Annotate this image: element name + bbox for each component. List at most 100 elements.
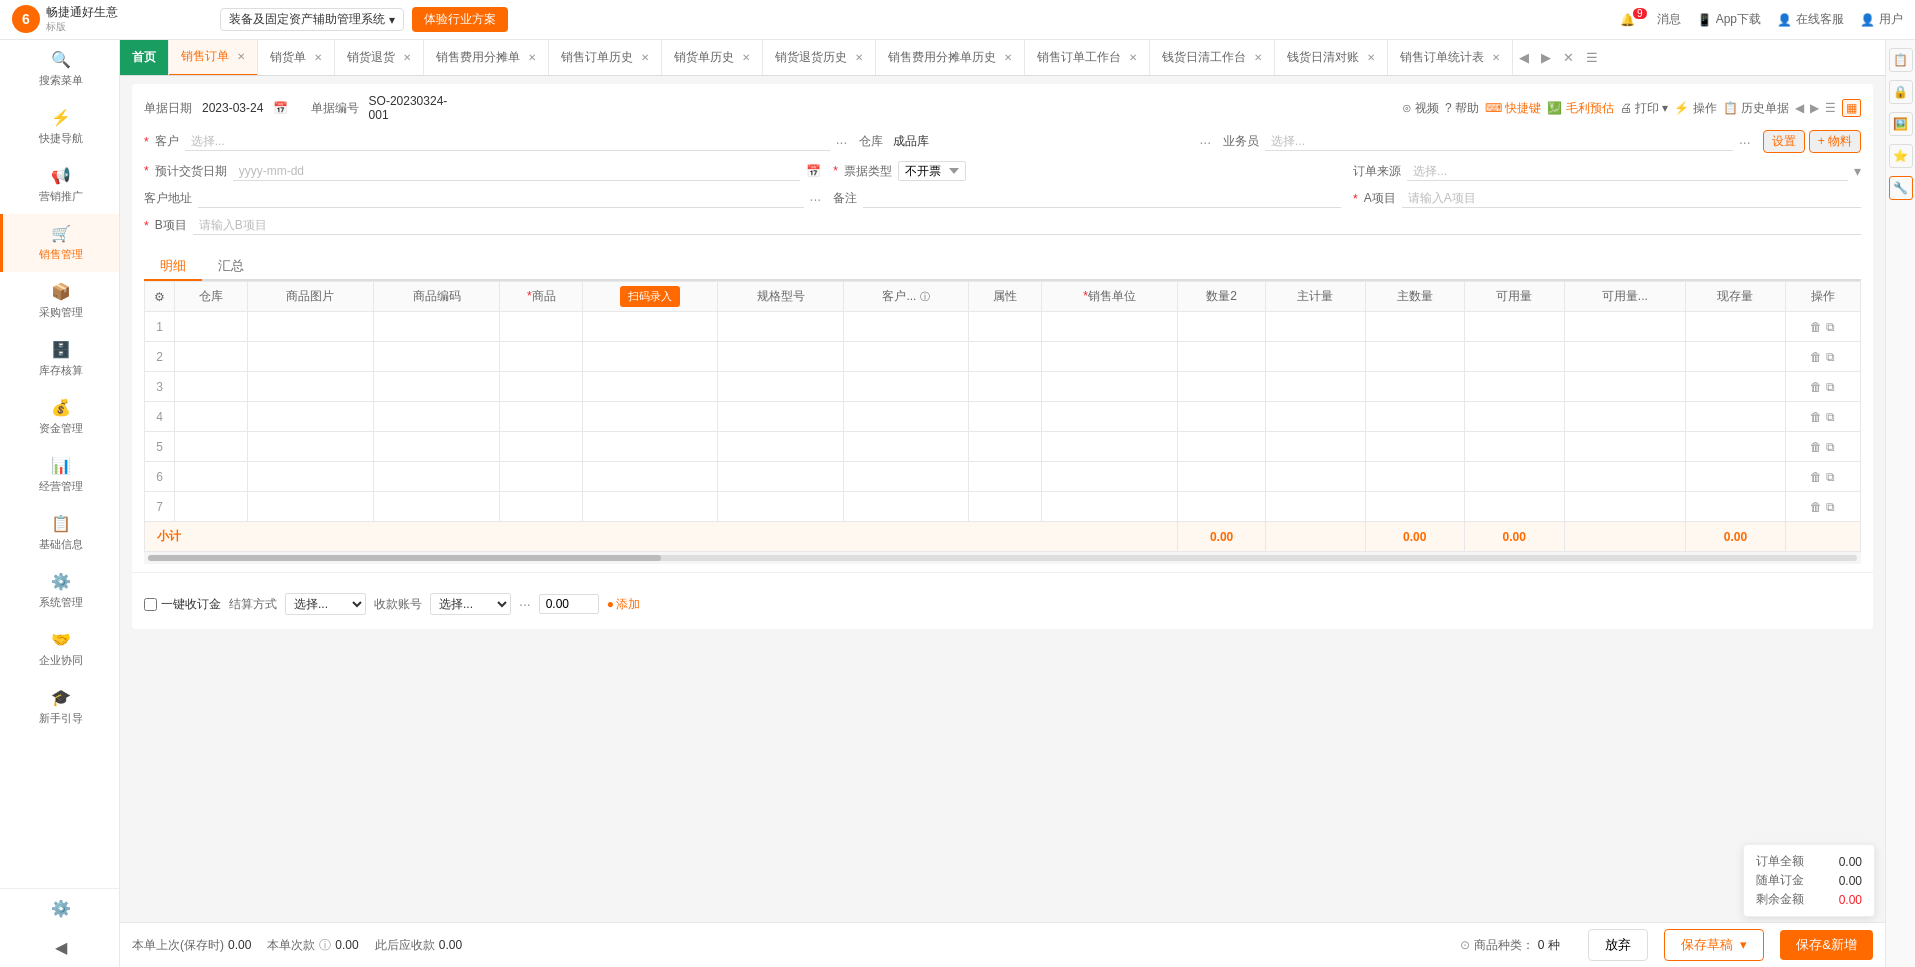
profit-btn[interactable]: 💹 毛利预估 bbox=[1547, 100, 1613, 117]
row-delete-icon[interactable]: 🗑 bbox=[1810, 410, 1822, 424]
tab-sales-invoice[interactable]: 销货单 ✕ bbox=[258, 40, 335, 76]
save-draft-btn[interactable]: 保存草稿 ▾ bbox=[1664, 929, 1765, 961]
sidebar-item-search[interactable]: 🔍 搜索菜单 bbox=[0, 40, 119, 98]
row-copy-icon[interactable]: ⧉ bbox=[1826, 350, 1835, 364]
system-selector[interactable]: 装备及固定资产辅助管理系统 ▾ bbox=[220, 8, 404, 31]
tab-sales-return[interactable]: 销货退货 ✕ bbox=[335, 40, 424, 76]
print-btn[interactable]: 🖨 打印 ▾ bbox=[1620, 100, 1669, 117]
sidebar-settings-btn[interactable]: ⚙️ bbox=[0, 889, 119, 928]
one-click-payment-checkbox[interactable]: 一键收订金 bbox=[144, 596, 221, 613]
tab-reconcile[interactable]: 钱货日清对账 ✕ bbox=[1275, 40, 1388, 76]
row-copy-icon[interactable]: ⧉ bbox=[1826, 440, 1835, 454]
tab-close-icon[interactable]: ✕ bbox=[237, 51, 245, 62]
right-icon-5[interactable]: 🔧 bbox=[1889, 176, 1913, 200]
sidebar-item-purchase[interactable]: 📦 采购管理 bbox=[0, 272, 119, 330]
operation-btn[interactable]: ⚡ 操作 bbox=[1674, 100, 1716, 117]
user-avatar[interactable]: 👤 用户 bbox=[1860, 11, 1903, 28]
remark-input[interactable] bbox=[863, 189, 1341, 208]
tab-summary[interactable]: 汇总 bbox=[202, 253, 260, 279]
nav-next-icon[interactable]: ▶ bbox=[1810, 101, 1819, 115]
address-input[interactable] bbox=[198, 189, 804, 208]
row-copy-icon[interactable]: ⧉ bbox=[1826, 470, 1835, 484]
right-icon-1[interactable]: 📋 bbox=[1889, 48, 1913, 72]
horizontal-scrollbar[interactable] bbox=[144, 552, 1861, 564]
tab-close-icon[interactable]: ✕ bbox=[1367, 52, 1375, 63]
row-copy-icon[interactable]: ⧉ bbox=[1826, 500, 1835, 514]
shortcut-btn[interactable]: ⌨ 快捷键 bbox=[1485, 100, 1541, 117]
th-scan[interactable]: 扫码录入 bbox=[583, 282, 718, 312]
save-new-btn[interactable]: 保存&新增 bbox=[1780, 930, 1873, 960]
b-project-input[interactable] bbox=[193, 216, 1861, 235]
sidebar-item-finance[interactable]: 💰 资金管理 bbox=[0, 388, 119, 446]
layout-list-icon[interactable]: ☰ bbox=[1825, 101, 1836, 115]
right-icon-2[interactable]: 🔒 bbox=[1889, 80, 1913, 104]
add-payment-btn[interactable]: ● 添加 bbox=[607, 596, 640, 613]
tab-return-history[interactable]: 销货退货历史 ✕ bbox=[763, 40, 876, 76]
tab-sales-order-history[interactable]: 销售订单历史 ✕ bbox=[549, 40, 662, 76]
order-source-input[interactable] bbox=[1407, 162, 1848, 181]
app-download-btn[interactable]: 📱 App下载 bbox=[1697, 11, 1761, 28]
industry-btn[interactable]: 体验行业方案 bbox=[412, 7, 508, 32]
tab-close-icon[interactable]: ✕ bbox=[641, 52, 649, 63]
calendar2-icon[interactable]: 📅 bbox=[806, 164, 821, 178]
layout-grid-icon[interactable]: ▦ bbox=[1842, 99, 1861, 117]
row-delete-icon[interactable]: 🗑 bbox=[1810, 500, 1822, 514]
row-copy-icon[interactable]: ⧉ bbox=[1826, 410, 1835, 424]
message-icon[interactable]: 🔔 9 消息 bbox=[1620, 11, 1681, 28]
row-delete-icon[interactable]: 🗑 bbox=[1810, 380, 1822, 394]
ticket-select[interactable]: 不开票 bbox=[898, 161, 966, 181]
tab-close-icon[interactable]: ✕ bbox=[1129, 52, 1137, 63]
customer-input[interactable] bbox=[185, 132, 830, 151]
th-settings[interactable]: ⚙ bbox=[145, 282, 175, 312]
sidebar-item-quicknav[interactable]: ⚡ 快捷导航 bbox=[0, 98, 119, 156]
sidebar-collapse-btn[interactable]: ◀ bbox=[0, 928, 119, 967]
sidebar-item-guide[interactable]: 🎓 新手引导 bbox=[0, 678, 119, 736]
right-icon-3[interactable]: 🖼️ bbox=[1889, 112, 1913, 136]
tab-close-icon[interactable]: ✕ bbox=[855, 52, 863, 63]
sidebar-item-basic-info[interactable]: 📋 基础信息 bbox=[0, 504, 119, 562]
tab-detail[interactable]: 明细 bbox=[144, 253, 202, 281]
tab-close-icon[interactable]: ✕ bbox=[1254, 52, 1262, 63]
sidebar-item-system[interactable]: ⚙️ 系统管理 bbox=[0, 562, 119, 620]
right-icon-4[interactable]: ⭐ bbox=[1889, 144, 1913, 168]
row-delete-icon[interactable]: 🗑 bbox=[1810, 350, 1822, 364]
tab-expense-history[interactable]: 销售费用分摊单历史 ✕ bbox=[876, 40, 1025, 76]
row-delete-icon[interactable]: 🗑 bbox=[1810, 470, 1822, 484]
video-btn[interactable]: ⊙ 视频 bbox=[1402, 100, 1439, 117]
sidebar-item-enterprise[interactable]: 🤝 企业协同 bbox=[0, 620, 119, 678]
settlement-select[interactable]: 选择... bbox=[285, 593, 366, 615]
tab-statistics[interactable]: 销售订单统计表 ✕ bbox=[1388, 40, 1513, 76]
tab-daily-clear[interactable]: 钱货日清工作台 ✕ bbox=[1150, 40, 1275, 76]
one-click-checkbox[interactable] bbox=[144, 598, 157, 611]
more-icon[interactable]: ··· bbox=[810, 191, 822, 207]
nav-prev-icon[interactable]: ◀ bbox=[1795, 101, 1804, 115]
more-icon[interactable]: ··· bbox=[836, 134, 848, 150]
dropdown-icon[interactable]: ▾ bbox=[1854, 163, 1861, 179]
account-more-icon[interactable]: ··· bbox=[519, 596, 531, 612]
row-copy-icon[interactable]: ⧉ bbox=[1826, 320, 1835, 334]
sidebar-item-operations[interactable]: 📊 经营管理 bbox=[0, 446, 119, 504]
help-btn[interactable]: ? 帮助 bbox=[1445, 100, 1479, 117]
discard-btn[interactable]: 放弃 bbox=[1588, 929, 1648, 961]
tab-close-icon[interactable]: ✕ bbox=[403, 52, 411, 63]
sidebar-item-inventory[interactable]: 🗄️ 库存核算 bbox=[0, 330, 119, 388]
tab-menu-btn[interactable]: ☰ bbox=[1580, 40, 1604, 76]
tab-close-icon[interactable]: ✕ bbox=[1004, 52, 1012, 63]
delivery-input[interactable] bbox=[233, 162, 801, 181]
add-material-btn[interactable]: + 物料 bbox=[1809, 130, 1861, 153]
tab-sales-expense[interactable]: 销售费用分摊单 ✕ bbox=[424, 40, 549, 76]
more-icon[interactable]: ··· bbox=[1199, 134, 1211, 150]
row-delete-icon[interactable]: 🗑 bbox=[1810, 440, 1822, 454]
online-service-btn[interactable]: 👤 在线客服 bbox=[1777, 11, 1844, 28]
tab-close-icon[interactable]: ✕ bbox=[528, 52, 536, 63]
a-project-input[interactable] bbox=[1402, 189, 1861, 208]
tab-sales-order[interactable]: 销售订单 ✕ bbox=[169, 40, 258, 76]
history-btn[interactable]: 📋 历史单据 bbox=[1723, 100, 1789, 117]
tab-workbench[interactable]: 销售订单工作台 ✕ bbox=[1025, 40, 1150, 76]
tab-prev-btn[interactable]: ◀ bbox=[1513, 40, 1535, 76]
tab-close-icon[interactable]: ✕ bbox=[1492, 52, 1500, 63]
staff-input[interactable] bbox=[1265, 132, 1733, 151]
tab-close-icon[interactable]: ✕ bbox=[742, 52, 750, 63]
payment-amount-input[interactable] bbox=[539, 594, 599, 614]
tab-invoice-history[interactable]: 销货单历史 ✕ bbox=[662, 40, 763, 76]
